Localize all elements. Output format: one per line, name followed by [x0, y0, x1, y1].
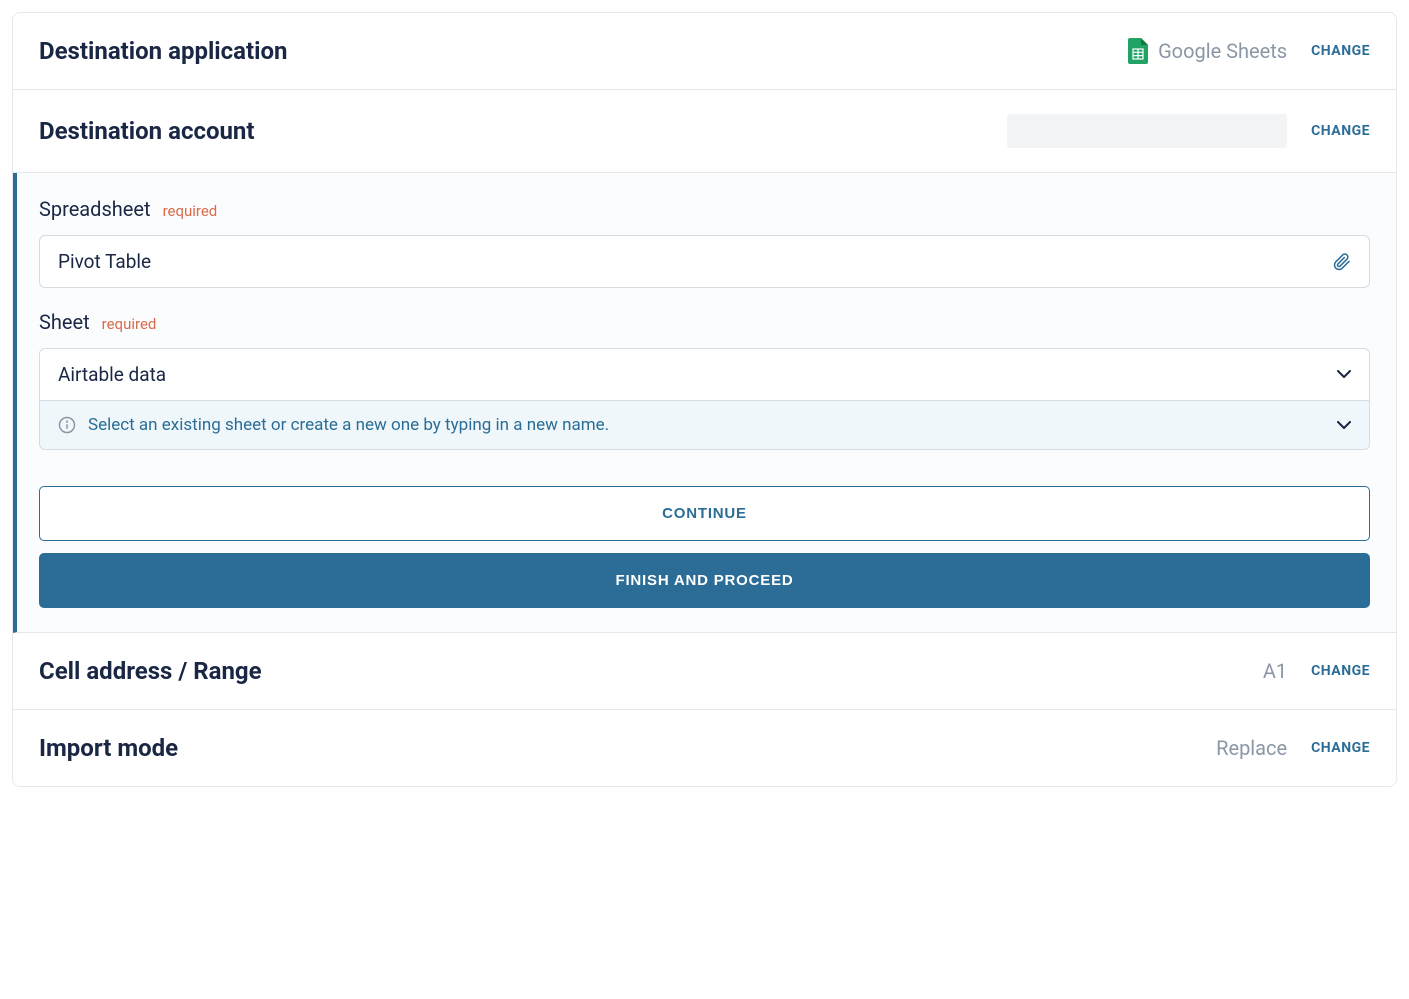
app-name-text: Google Sheets — [1158, 39, 1287, 63]
info-icon — [58, 416, 76, 434]
sheet-hint-text: Select an existing sheet or create a new… — [88, 415, 609, 435]
required-tag: required — [163, 202, 218, 220]
field-label-row: Spreadsheet required — [39, 197, 1370, 221]
cell-address-section: Cell address / Range A1 CHANGE — [13, 633, 1396, 710]
cell-address-value: A1 — [1263, 659, 1287, 683]
spreadsheet-field: Spreadsheet required Pivot Table — [39, 197, 1370, 288]
section-header: Cell address / Range A1 CHANGE — [13, 633, 1396, 709]
finish-and-proceed-button[interactable]: FINISH AND PROCEED — [39, 553, 1370, 608]
section-header: Destination account CHANGE — [13, 90, 1396, 172]
account-value-redacted — [1007, 114, 1287, 148]
sheet-field: Sheet required Airtable data Select an e… — [39, 310, 1370, 450]
import-mode-value: Replace — [1216, 736, 1287, 760]
change-destination-account-button[interactable]: CHANGE — [1311, 123, 1370, 139]
continue-button[interactable]: CONTINUE — [39, 486, 1370, 541]
section-right: Replace CHANGE — [1216, 736, 1370, 760]
chevron-down-icon — [1337, 370, 1351, 379]
spreadsheet-sheet-section: Spreadsheet required Pivot Table Sheet r… — [13, 173, 1396, 633]
sheet-label: Sheet — [39, 310, 90, 334]
spreadsheet-input[interactable]: Pivot Table — [39, 235, 1370, 288]
section-title: Destination account — [39, 117, 255, 145]
import-mode-section: Import mode Replace CHANGE — [13, 710, 1396, 786]
destination-application-section: Destination application Google Sheets CH… — [13, 13, 1396, 90]
section-right: Google Sheets CHANGE — [1128, 38, 1370, 64]
section-header: Import mode Replace CHANGE — [13, 710, 1396, 786]
chevron-down-icon — [1337, 421, 1351, 430]
section-header: Destination application Google Sheets CH… — [13, 13, 1396, 89]
destination-account-section: Destination account CHANGE — [13, 90, 1396, 173]
section-title: Cell address / Range — [39, 657, 262, 685]
change-import-mode-button[interactable]: CHANGE — [1311, 740, 1370, 756]
spreadsheet-value: Pivot Table — [58, 250, 1333, 273]
destination-app-label: Google Sheets — [1128, 38, 1287, 64]
change-destination-app-button[interactable]: CHANGE — [1311, 43, 1370, 59]
action-buttons: CONTINUE FINISH AND PROCEED — [39, 486, 1370, 608]
sheet-value: Airtable data — [58, 363, 166, 386]
hint-left: Select an existing sheet or create a new… — [58, 415, 609, 435]
section-title: Import mode — [39, 734, 178, 762]
section-title: Destination application — [39, 37, 287, 65]
change-cell-address-button[interactable]: CHANGE — [1311, 663, 1370, 679]
sheet-hint-bar[interactable]: Select an existing sheet or create a new… — [39, 401, 1370, 450]
spreadsheet-label: Spreadsheet — [39, 197, 151, 221]
field-label-row: Sheet required — [39, 310, 1370, 334]
google-sheets-icon — [1128, 38, 1148, 64]
attachment-icon[interactable] — [1333, 253, 1351, 271]
required-tag: required — [102, 315, 157, 333]
sheet-select[interactable]: Airtable data — [39, 348, 1370, 401]
settings-panel: Destination application Google Sheets CH… — [12, 12, 1397, 787]
section-right: CHANGE — [1007, 114, 1370, 148]
section-right: A1 CHANGE — [1263, 659, 1370, 683]
